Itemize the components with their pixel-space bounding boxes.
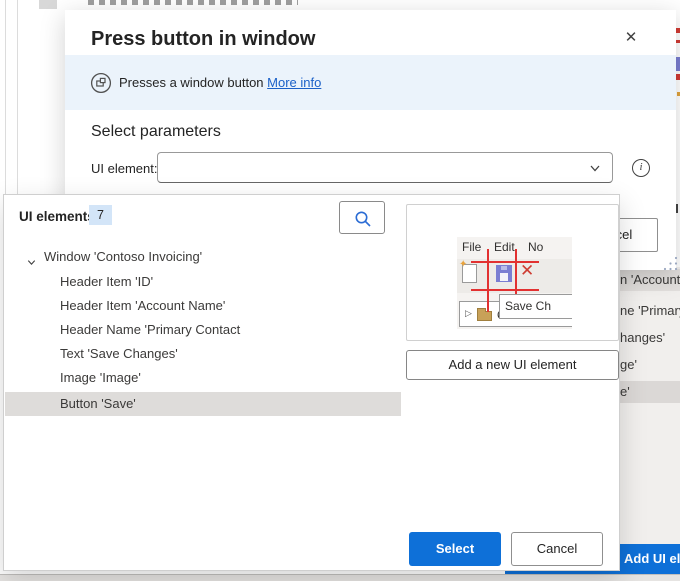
ui-elements-picker-panel: UI elements 7 Window 'Contoso Invoicing'…	[3, 194, 620, 571]
tree-item-window[interactable]: Window 'Contoso Invoicing'	[5, 245, 401, 269]
expander-icon: ▷	[465, 308, 472, 318]
background-fragment	[676, 74, 680, 80]
background-divider-line	[17, 0, 18, 194]
tree-item-fragment[interactable]: ge'	[618, 354, 680, 376]
crosshair-line	[487, 249, 489, 312]
element-preview-image: File Edit No ✕ ▷ Office Save Ch	[457, 237, 572, 329]
preview-menu-item: Edit	[494, 240, 515, 254]
background-fragment	[676, 204, 678, 213]
action-description: Presses a window button More info	[119, 75, 322, 90]
chevron-down-icon	[588, 161, 602, 178]
tree-item-label: Window 'Contoso Invoicing'	[44, 249, 203, 264]
background-bottom-bar	[0, 574, 680, 581]
preview-tooltip: Save Ch	[499, 294, 572, 319]
tree-item-fragment[interactable]: e'	[618, 381, 680, 403]
select-parameters-heading: Select parameters	[91, 123, 221, 140]
element-preview-card: File Edit No ✕ ▷ Office Save Ch	[406, 204, 619, 341]
tree-item-fragment[interactable]: ne 'Primary	[618, 300, 680, 322]
background-fragment	[676, 57, 680, 71]
save-icon	[496, 265, 512, 282]
add-ui-element-button-label: Add UI ele	[624, 551, 680, 566]
crosshair-line	[471, 289, 539, 291]
folder-icon	[477, 308, 492, 321]
close-icon[interactable]: ✕	[617, 24, 645, 52]
info-icon[interactable]: i	[632, 159, 650, 177]
cancel-button[interactable]: Cancel	[511, 532, 603, 566]
ui-element-field-label: UI element:	[91, 161, 158, 176]
ui-element-combobox[interactable]	[157, 152, 613, 183]
tree-item[interactable]: Image 'Image'	[5, 366, 401, 390]
select-button[interactable]: Select	[409, 532, 501, 566]
tree-item-label: Header Item 'ID'	[60, 274, 154, 289]
tree-item-label: Image 'Image'	[60, 370, 141, 385]
more-info-link[interactable]: More info	[267, 75, 321, 90]
resize-grip[interactable]	[663, 256, 678, 274]
dialog-title: Press button in window	[91, 28, 316, 50]
tree-item-label: Header Name 'Primary Contact	[60, 322, 241, 337]
tree-item[interactable]: Header Name 'Primary Contact	[5, 318, 401, 342]
press-button-action-icon	[90, 72, 112, 97]
preview-menu-item: File	[462, 240, 482, 254]
background-cropped-text-fragment	[88, 0, 298, 5]
search-button[interactable]	[339, 201, 385, 234]
tree-item-selected[interactable]: Button 'Save'	[5, 392, 401, 416]
tree-item[interactable]: Text 'Save Changes'	[5, 342, 401, 366]
tree-item-fragment[interactable]: hanges'	[618, 327, 680, 349]
background-fragment	[676, 28, 680, 33]
tree-item-label: Header Item 'Account Name'	[60, 298, 226, 313]
ui-elements-heading: UI elements	[19, 209, 95, 224]
preview-menu-item: No	[528, 240, 544, 254]
new-document-icon	[459, 259, 477, 283]
delete-icon: ✕	[520, 261, 535, 280]
ui-elements-count-badge: 7	[89, 205, 112, 225]
tree-item[interactable]: Header Item 'ID'	[5, 270, 401, 294]
underlying-ui-elements-pane: n 'Account N ne 'Primary hanges' ge' e'	[618, 267, 680, 574]
tree-item[interactable]: Header Item 'Account Name'	[5, 294, 401, 318]
background-fragment	[39, 0, 57, 9]
search-icon	[355, 211, 371, 227]
add-new-ui-element-button[interactable]: Add a new UI element	[406, 350, 619, 380]
action-info-banner: Presses a window button More info	[65, 55, 676, 110]
crosshair-line	[471, 261, 539, 263]
tree-item-label: Text 'Save Changes'	[60, 346, 178, 361]
background-divider-line	[5, 0, 6, 194]
background-fragment	[676, 40, 680, 43]
tree-item-label: Button 'Save'	[60, 396, 136, 411]
